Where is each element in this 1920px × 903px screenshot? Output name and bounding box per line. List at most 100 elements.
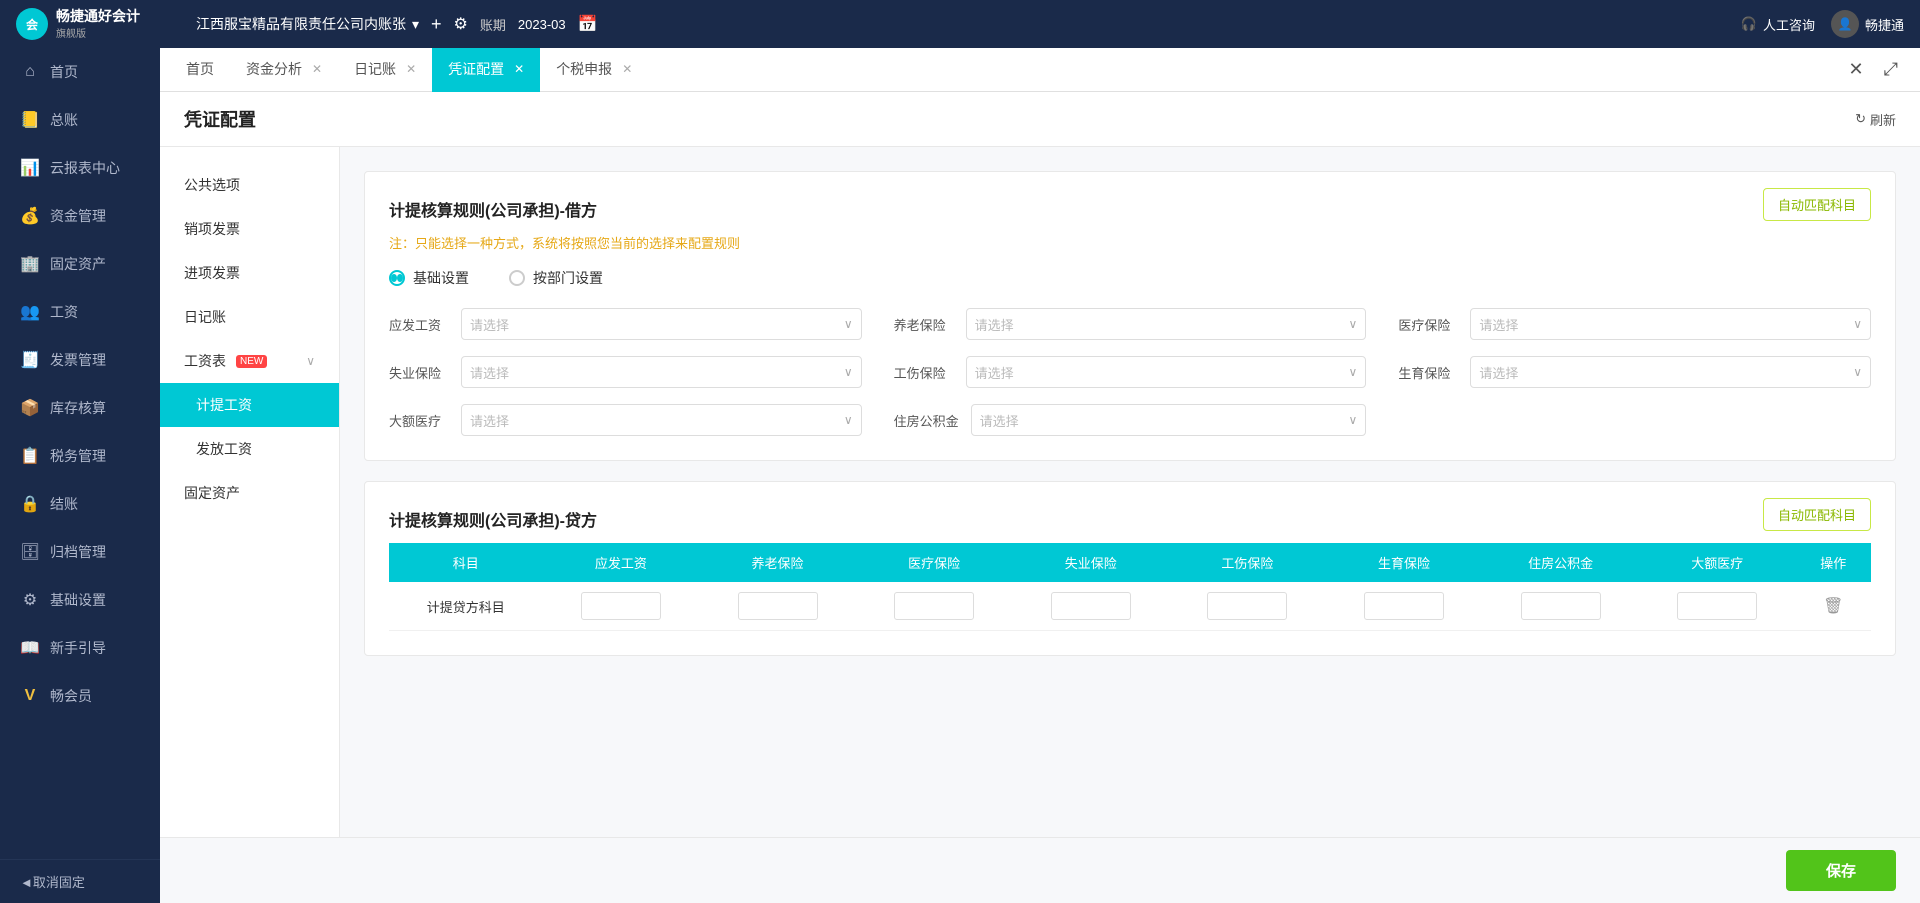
credit-maternity-input[interactable]	[1364, 592, 1444, 620]
credit-pension-input[interactable]	[738, 592, 818, 620]
medical-select-arrow: ∨	[1853, 317, 1862, 331]
nav-journal[interactable]: 日记账	[160, 295, 339, 339]
app-name: 畅捷通好会计	[56, 8, 140, 25]
maternity-label: 生育保险	[1398, 363, 1458, 382]
auto-match-credit-btn[interactable]: 自动匹配科目	[1763, 498, 1871, 531]
th-subject: 科目	[389, 543, 543, 582]
tab-capital[interactable]: 资金分析 ✕	[230, 48, 338, 92]
nav-salary-pay[interactable]: 发放工资	[160, 427, 339, 471]
pension-label: 养老保险	[894, 315, 954, 334]
th-maternity: 生育保险	[1326, 543, 1483, 582]
radio-basic[interactable]: 基础设置	[389, 268, 469, 288]
row-big-medical[interactable]	[1639, 582, 1796, 631]
tab-close-tax[interactable]: ✕	[622, 62, 632, 76]
top-right: 🎧 人工咨询 👤 畅捷通	[1741, 10, 1904, 38]
period-value[interactable]: 2023-03	[518, 17, 566, 32]
delete-row-btn[interactable]: 🗑	[1823, 598, 1843, 615]
tab-home[interactable]: 首页	[170, 48, 230, 92]
tab-voucher[interactable]: 凭证配置 ✕	[432, 48, 540, 92]
sidebar-item-ledger[interactable]: 📒 总账	[0, 96, 160, 144]
pension-select[interactable]: 请选择 ∨	[966, 308, 1367, 340]
tab-close-capital[interactable]: ✕	[312, 62, 322, 76]
expand-btn[interactable]: ⤢	[1880, 55, 1902, 84]
credit-table: 科目 应发工资 养老保险 医疗保险 失业保险 工伤保险 生育保险 住房公积金 大	[389, 543, 1871, 631]
sidebar-item-inventory[interactable]: 📦 库存核算	[0, 384, 160, 432]
nav-fixed-assets[interactable]: 固定资产	[160, 471, 339, 515]
unemployment-select[interactable]: 请选择 ∨	[461, 356, 862, 388]
big-medical-select[interactable]: 请选择 ∨	[461, 404, 862, 436]
sidebar-item-vip[interactable]: V 畅会员	[0, 672, 160, 720]
row-salary[interactable]	[543, 582, 700, 631]
app-sub: 旗舰版	[56, 25, 140, 40]
sidebar-item-assets[interactable]: 🏢 固定资产	[0, 240, 160, 288]
injury-select[interactable]: 请选择 ∨	[966, 356, 1367, 388]
housing-label: 住房公积金	[894, 411, 959, 430]
credit-salary-input[interactable]	[581, 592, 661, 620]
credit-section: 计提核算规则(公司承担)-贷方 自动匹配科目 科目 应发工资 养老保险	[364, 481, 1896, 656]
tab-close-voucher[interactable]: ✕	[514, 62, 524, 76]
row-maternity[interactable]	[1326, 582, 1483, 631]
sidebar-item-invoice[interactable]: 🧾 发票管理	[0, 336, 160, 384]
settings-icon[interactable]: ⚙	[454, 14, 468, 34]
credit-injury-input[interactable]	[1207, 592, 1287, 620]
company-select[interactable]: 江西服宝精品有限责任公司内账张 ▾	[196, 14, 419, 34]
table-header-row: 科目 应发工资 养老保险 医疗保险 失业保险 工伤保险 生育保险 住房公积金 大	[389, 543, 1871, 582]
credit-big-medical-input[interactable]	[1677, 592, 1757, 620]
big-medical-select-arrow: ∨	[844, 413, 853, 427]
logo-icon: 会	[16, 8, 48, 40]
table-row: 计提贷方科目	[389, 582, 1871, 631]
row-delete[interactable]: 🗑	[1796, 582, 1871, 631]
row-injury[interactable]	[1169, 582, 1326, 631]
support-btn[interactable]: 🎧 人工咨询	[1741, 15, 1815, 34]
credit-unemployment-input[interactable]	[1051, 592, 1131, 620]
salary-select[interactable]: 请选择 ∨	[461, 308, 862, 340]
credit-medical-input[interactable]	[894, 592, 974, 620]
tax-icon: 📋	[20, 446, 40, 466]
ledger-icon: 📒	[20, 110, 40, 130]
maternity-select[interactable]: 请选择 ∨	[1470, 356, 1871, 388]
row-housing[interactable]	[1482, 582, 1639, 631]
top-center: 江西服宝精品有限责任公司内账张 ▾ + ⚙ 账期 2023-03 📅	[196, 14, 1741, 35]
calendar-icon[interactable]: 📅	[578, 14, 598, 34]
row-medical[interactable]	[856, 582, 1013, 631]
auto-match-debit-btn[interactable]: 自动匹配科目	[1763, 188, 1871, 221]
nav-salary-table[interactable]: 工资表 NEW ∨	[160, 339, 339, 383]
debit-section-header: 计提核算规则(公司承担)-借方 自动匹配科目	[389, 196, 1871, 221]
user-info[interactable]: 👤 畅捷通	[1831, 10, 1904, 38]
th-unemployment: 失业保险	[1013, 543, 1170, 582]
row-unemployment[interactable]	[1013, 582, 1170, 631]
sidebar-item-settings[interactable]: ⚙ 基础设置	[0, 576, 160, 624]
tab-close-journal[interactable]: ✕	[406, 62, 416, 76]
sidebar-item-home[interactable]: ⌂ 首页	[0, 48, 160, 96]
sidebar-item-closing[interactable]: 🔒 结账	[0, 480, 160, 528]
cancel-fixed-btn[interactable]: ◄取消固定	[0, 859, 160, 903]
content-area: 首页 资金分析 ✕ 日记账 ✕ 凭证配置 ✕ 个税申报 ✕ ✕ ⤢	[160, 48, 1920, 903]
unemployment-select-arrow: ∨	[844, 365, 853, 379]
save-button[interactable]: 保存	[1786, 850, 1896, 891]
sidebar-item-archive[interactable]: 🗄 归档管理	[0, 528, 160, 576]
field-pension: 养老保险 请选择 ∨	[894, 308, 1367, 340]
nav-sales[interactable]: 销项发票	[160, 207, 339, 251]
sidebar-item-reports[interactable]: 📊 云报表中心	[0, 144, 160, 192]
close-all-tabs-btn[interactable]: ✕	[1845, 55, 1868, 84]
row-pension[interactable]	[699, 582, 856, 631]
nav-salary-calc[interactable]: 计提工资	[160, 383, 339, 427]
medical-select[interactable]: 请选择 ∨	[1470, 308, 1871, 340]
sidebar-item-capital[interactable]: 💰 资金管理	[0, 192, 160, 240]
field-big-medical: 大额医疗 请选择 ∨	[389, 404, 862, 436]
debit-note: 注：只能选择一种方式，系统将按照您当前的选择来配置规则	[389, 233, 1871, 252]
nav-public[interactable]: 公共选项	[160, 163, 339, 207]
credit-housing-input[interactable]	[1521, 592, 1601, 620]
radio-dept[interactable]: 按部门设置	[509, 268, 603, 288]
nav-purchase[interactable]: 进项发票	[160, 251, 339, 295]
tab-tax[interactable]: 个税申报 ✕	[540, 48, 648, 92]
housing-select[interactable]: 请选择 ∨	[971, 404, 1367, 436]
add-button[interactable]: +	[431, 14, 442, 35]
sidebar-item-guide[interactable]: 📖 新手引导	[0, 624, 160, 672]
injury-select-arrow: ∨	[1349, 365, 1358, 379]
tab-journal[interactable]: 日记账 ✕	[338, 48, 432, 92]
sidebar-item-salary[interactable]: 👥 工资	[0, 288, 160, 336]
tab-right-actions: ✕ ⤢	[1845, 55, 1911, 84]
sidebar-item-tax[interactable]: 📋 税务管理	[0, 432, 160, 480]
refresh-btn[interactable]: ↻ 刷新	[1855, 110, 1896, 129]
